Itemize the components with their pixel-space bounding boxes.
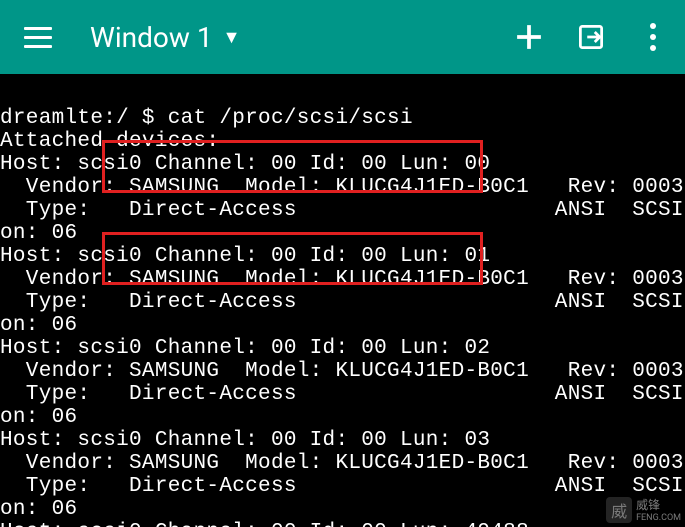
terminal-line: Host: scsi0 Channel: 00 Id: 00 Lun: 00 — [0, 153, 685, 176]
terminal-line: on: 06 — [0, 406, 685, 429]
terminal-line: dreamlte:/ $ cat /proc/scsi/scsi — [0, 107, 685, 130]
new-window-button[interactable] — [513, 21, 545, 53]
watermark-brand: 威锋 — [636, 496, 681, 513]
window-selector[interactable]: Window 1 ▼ — [90, 21, 240, 54]
watermark-site: FENG.COM — [636, 513, 681, 523]
terminal-line: Type: Direct-Access ANSI SCSI revisi — [0, 475, 685, 498]
terminal-line: Host: scsi0 Channel: 00 Id: 00 Lun: 02 — [0, 337, 685, 360]
open-in-button[interactable] — [575, 21, 607, 53]
terminal-line: Vendor: SAMSUNG Model: KLUCG4J1ED-B0C1 R… — [0, 452, 685, 475]
terminal-line: on: 06 — [0, 498, 685, 521]
watermark: 威 威锋 FENG.COM — [606, 496, 681, 523]
terminal-line: Type: Direct-Access ANSI SCSI revisi — [0, 199, 685, 222]
terminal-line: Attached devices: — [0, 130, 685, 153]
terminal-line: Host: scsi0 Channel: 00 Id: 00 Lun: 03 — [0, 429, 685, 452]
dots-vertical-icon — [650, 23, 656, 51]
open-in-icon — [576, 22, 606, 52]
menu-icon[interactable] — [24, 23, 52, 51]
appbar-left: Window 1 ▼ — [24, 21, 513, 54]
terminal-line: Host: scsi0 Channel: 00 Id: 00 Lun: 4948… — [0, 521, 685, 527]
appbar-right — [513, 21, 675, 53]
terminal-line: Type: Direct-Access ANSI SCSI revisi — [0, 383, 685, 406]
terminal-line: Type: Direct-Access ANSI SCSI revisi — [0, 291, 685, 314]
terminal-line: Host: scsi0 Channel: 00 Id: 00 Lun: 01 — [0, 245, 685, 268]
terminal-line: Vendor: SAMSUNG Model: KLUCG4J1ED-B0C1 R… — [0, 268, 685, 291]
terminal-line: on: 06 — [0, 314, 685, 337]
window-title-label: Window 1 — [90, 21, 213, 54]
terminal-output[interactable]: dreamlte:/ $ cat /proc/scsi/scsiAttached… — [0, 74, 685, 527]
terminal-line: Vendor: SAMSUNG Model: KLUCG4J1ED-B0C1 R… — [0, 360, 685, 383]
watermark-logo-icon: 威 — [606, 497, 632, 523]
terminal-line: Vendor: SAMSUNG Model: KLUCG4J1ED-B0C1 R… — [0, 176, 685, 199]
chevron-down-icon: ▼ — [223, 27, 241, 48]
app-bar: Window 1 ▼ — [0, 0, 685, 74]
plus-icon — [514, 22, 544, 52]
overflow-menu-button[interactable] — [637, 21, 669, 53]
terminal-line: on: 06 — [0, 222, 685, 245]
